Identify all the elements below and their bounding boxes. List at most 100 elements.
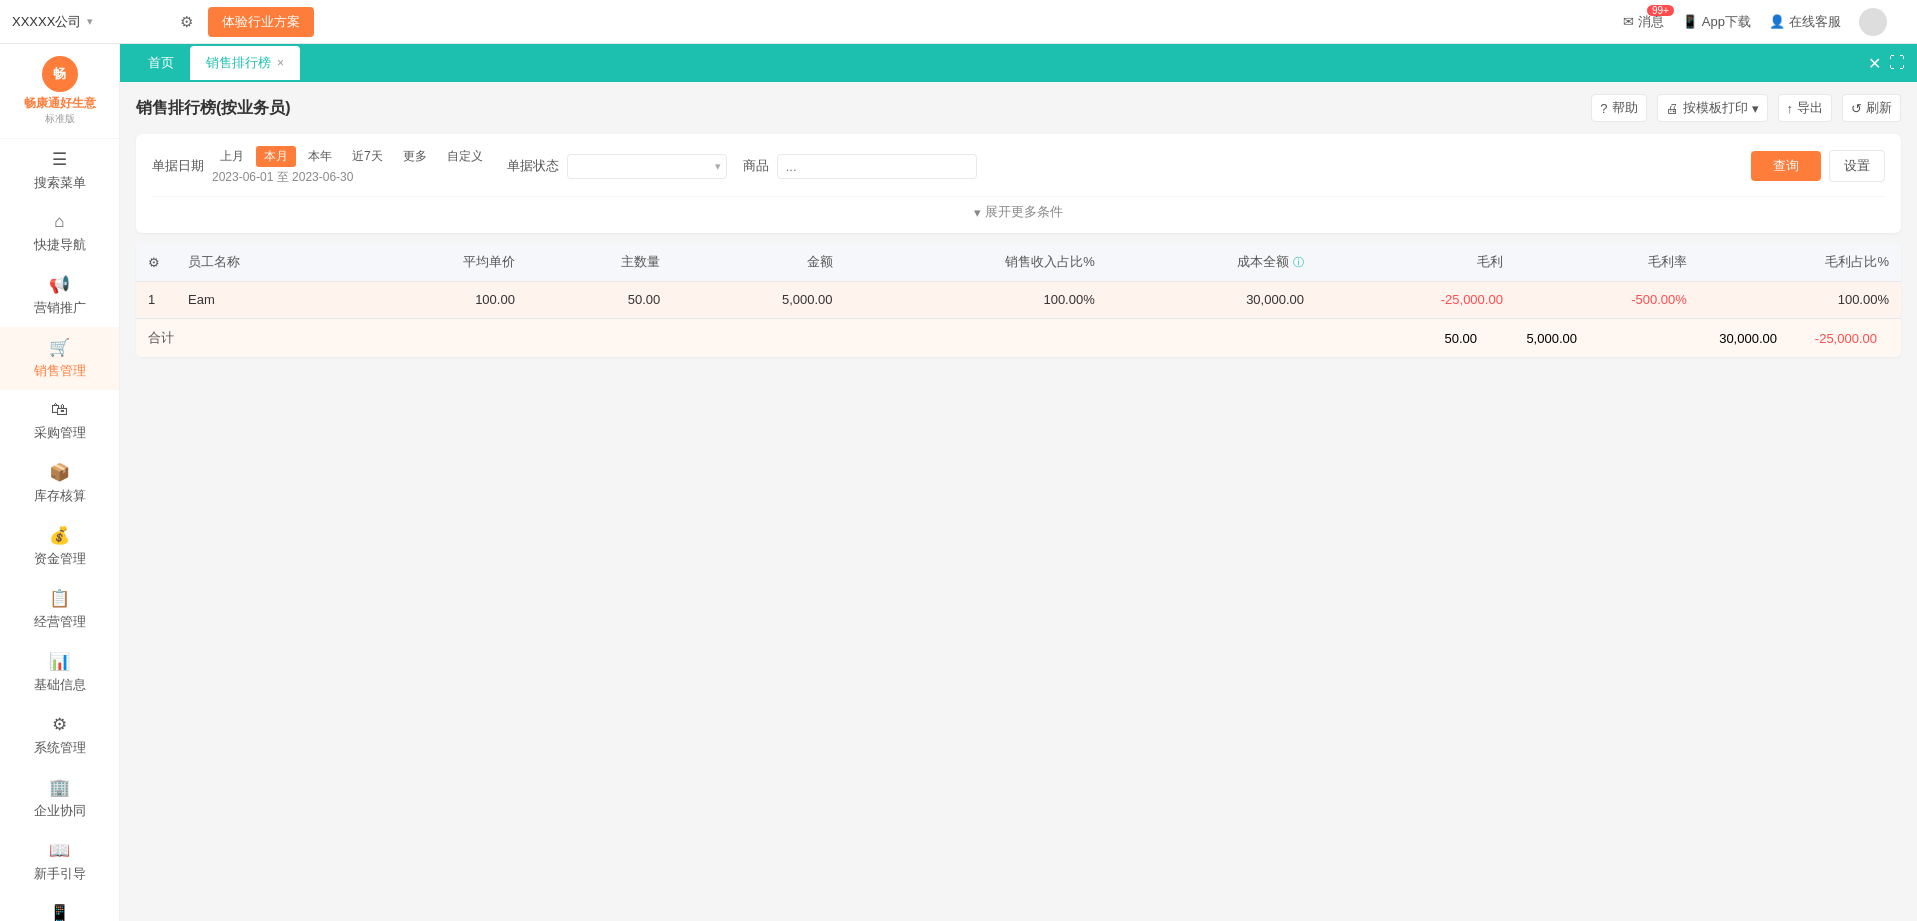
col-name: 员工名称 bbox=[176, 243, 351, 282]
cell-gross: -25,000.00 bbox=[1316, 282, 1515, 318]
window-maximize-icon[interactable]: ⛶ bbox=[1889, 54, 1905, 73]
date-filter: 单据日期 上月 本月 本年 近7天 更多 自定义 2023-06-01 至 20… bbox=[152, 146, 491, 186]
cell-cost: 30,000.00 bbox=[1107, 282, 1316, 318]
cell-amount: 5,000.00 bbox=[672, 282, 844, 318]
col-cost: 成本全额 ⓘ bbox=[1107, 243, 1316, 282]
col-main-qty: 主数量 bbox=[527, 243, 672, 282]
sidebar-item-inventory[interactable]: 📦 库存核算 bbox=[0, 452, 119, 515]
refresh-button[interactable]: ↺ 刷新 bbox=[1842, 94, 1901, 122]
sidebar-item-appstore[interactable]: 📱 应用中心 bbox=[0, 893, 119, 921]
company-name: XXXXX公司 bbox=[12, 13, 81, 31]
sidebar-item-operations[interactable]: 📋 经营管理 bbox=[0, 578, 119, 641]
settings-icon[interactable]: ⚙ bbox=[172, 8, 200, 36]
tab-home[interactable]: 首页 bbox=[132, 46, 190, 80]
col-gross: 毛利 bbox=[1316, 243, 1515, 282]
tab-close-icon[interactable]: × bbox=[277, 56, 284, 70]
online-service-icon: 👤 bbox=[1769, 14, 1785, 29]
sidebar-item-basics[interactable]: 📊 基础信息 bbox=[0, 641, 119, 704]
sidebar-label-operations: 经营管理 bbox=[34, 613, 86, 631]
date-tab-7days[interactable]: 近7天 bbox=[344, 146, 391, 167]
expand-conditions-button[interactable]: ▾ 展开更多条件 bbox=[974, 203, 1063, 221]
col-settings: ⚙ bbox=[136, 243, 176, 282]
sidebar-label-enterprise: 企业协同 bbox=[34, 802, 86, 820]
app-download-icon: 📱 bbox=[1682, 14, 1698, 29]
avatar[interactable] bbox=[1859, 8, 1887, 36]
tab-bar: 首页 销售排行榜 × ✕ ⛶ bbox=[120, 44, 1917, 82]
cell-main-qty: 50.00 bbox=[527, 282, 672, 318]
guide-icon: 📖 bbox=[49, 840, 70, 861]
operations-icon: 📋 bbox=[49, 588, 70, 609]
filter-row: 单据日期 上月 本月 本年 近7天 更多 自定义 2023-06-01 至 20… bbox=[152, 146, 1885, 186]
print-icon: 🖨 bbox=[1666, 101, 1679, 116]
page-title: 销售排行榜(按业务员) bbox=[136, 98, 291, 119]
sidebar-item-guide[interactable]: 📖 新手引导 bbox=[0, 830, 119, 893]
footer-sales-pct-spacer bbox=[1577, 331, 1677, 346]
message-badge: 99+ bbox=[1647, 5, 1674, 16]
col-settings-icon[interactable]: ⚙ bbox=[148, 255, 160, 270]
sidebar-item-purchase[interactable]: 🛍 采购管理 bbox=[0, 390, 119, 452]
status-select[interactable] bbox=[567, 154, 727, 179]
cell-sales-pct: 100.00% bbox=[845, 282, 1107, 318]
company-chevron-icon: ▾ bbox=[87, 15, 93, 28]
cell-name: Eam bbox=[176, 282, 351, 318]
finance-icon: 💰 bbox=[49, 525, 70, 546]
footer-amount: 5,000.00 bbox=[1477, 331, 1577, 346]
date-tab-last-month[interactable]: 上月 bbox=[212, 146, 252, 167]
trial-button[interactable]: 体验行业方案 bbox=[208, 7, 314, 37]
tab-sales-ranking-label: 销售排行榜 bbox=[206, 54, 271, 72]
sidebar-item-finance[interactable]: 💰 资金管理 bbox=[0, 515, 119, 578]
sidebar-item-sales[interactable]: 🛒 销售管理 bbox=[0, 327, 119, 390]
page-header: 销售排行榜(按业务员) ? 帮助 🖨 按模板打印 ▾ ↑ 导出 bbox=[136, 94, 1901, 122]
sidebar-label-search: 搜索菜单 bbox=[34, 174, 86, 192]
tab-sales-ranking[interactable]: 销售排行榜 × bbox=[190, 46, 300, 80]
date-tab-custom[interactable]: 自定义 bbox=[439, 146, 491, 167]
export-label: 导出 bbox=[1797, 99, 1823, 117]
date-tab-this-month[interactable]: 本月 bbox=[256, 146, 296, 167]
sidebar-item-quicknav[interactable]: ⌂ 快捷导航 bbox=[0, 202, 119, 264]
window-close-icon[interactable]: ✕ bbox=[1868, 54, 1881, 73]
message-button[interactable]: ✉ 消息 99+ bbox=[1623, 13, 1664, 31]
filter-settings-button[interactable]: 设置 bbox=[1829, 150, 1885, 182]
status-filter: 单据状态 bbox=[507, 154, 727, 179]
footer-label: 合计 bbox=[148, 329, 174, 347]
sidebar-label-guide: 新手引导 bbox=[34, 865, 86, 883]
top-bar: XXXXX公司 ▾ ⚙ 体验行业方案 ✉ 消息 99+ 📱 App下载 👤 在线… bbox=[0, 0, 1917, 44]
col-amount: 金额 bbox=[672, 243, 844, 282]
home-icon: ⌂ bbox=[54, 212, 64, 232]
date-tabs: 上月 本月 本年 近7天 更多 自定义 bbox=[212, 146, 491, 167]
date-range-display: 2023-06-01 至 2023-06-30 bbox=[212, 169, 491, 186]
cell-gross-rate: -500.00% bbox=[1515, 282, 1699, 318]
date-tab-this-year[interactable]: 本年 bbox=[300, 146, 340, 167]
col-avg-price: 平均单价 bbox=[351, 243, 526, 282]
refresh-label: 刷新 bbox=[1866, 99, 1892, 117]
sidebar-label-system: 系统管理 bbox=[34, 739, 86, 757]
help-button[interactable]: ? 帮助 bbox=[1591, 94, 1646, 122]
sidebar-label-sales: 销售管理 bbox=[34, 362, 86, 380]
search-icon: ☰ bbox=[52, 149, 67, 170]
date-tab-more[interactable]: 更多 bbox=[395, 146, 435, 167]
sidebar-item-marketing[interactable]: 📢 营销推广 bbox=[0, 264, 119, 327]
basics-icon: 📊 bbox=[49, 651, 70, 672]
sidebar-item-search[interactable]: ☰ 搜索菜单 bbox=[0, 139, 119, 202]
app-download-label: App下载 bbox=[1702, 13, 1751, 31]
footer-main-qty: 50.00 bbox=[1397, 331, 1477, 346]
sidebar-label-inventory: 库存核算 bbox=[34, 487, 86, 505]
app-download-button[interactable]: 📱 App下载 bbox=[1682, 13, 1751, 31]
logo-char: 畅 bbox=[53, 65, 66, 83]
system-icon: ⚙ bbox=[52, 714, 67, 735]
refresh-icon: ↺ bbox=[1851, 101, 1862, 116]
print-button[interactable]: 🖨 按模板打印 ▾ bbox=[1657, 94, 1768, 122]
cell-avg-price: 100.00 bbox=[351, 282, 526, 318]
help-icon: ? bbox=[1600, 101, 1607, 116]
sidebar-item-system[interactable]: ⚙ 系统管理 bbox=[0, 704, 119, 767]
export-button[interactable]: ↑ 导出 bbox=[1778, 94, 1833, 122]
status-filter-label: 单据状态 bbox=[507, 157, 559, 175]
footer-spacer bbox=[338, 331, 1397, 346]
goods-input[interactable] bbox=[777, 154, 977, 179]
company-selector[interactable]: XXXXX公司 ▾ bbox=[12, 13, 172, 31]
page-actions: ? 帮助 🖨 按模板打印 ▾ ↑ 导出 ↺ 刷新 bbox=[1591, 94, 1901, 122]
cell-rank: 1 bbox=[136, 282, 176, 318]
online-service-button[interactable]: 👤 在线客服 bbox=[1769, 13, 1841, 31]
query-button[interactable]: 查询 bbox=[1751, 151, 1821, 181]
sidebar-item-enterprise[interactable]: 🏢 企业协同 bbox=[0, 767, 119, 830]
